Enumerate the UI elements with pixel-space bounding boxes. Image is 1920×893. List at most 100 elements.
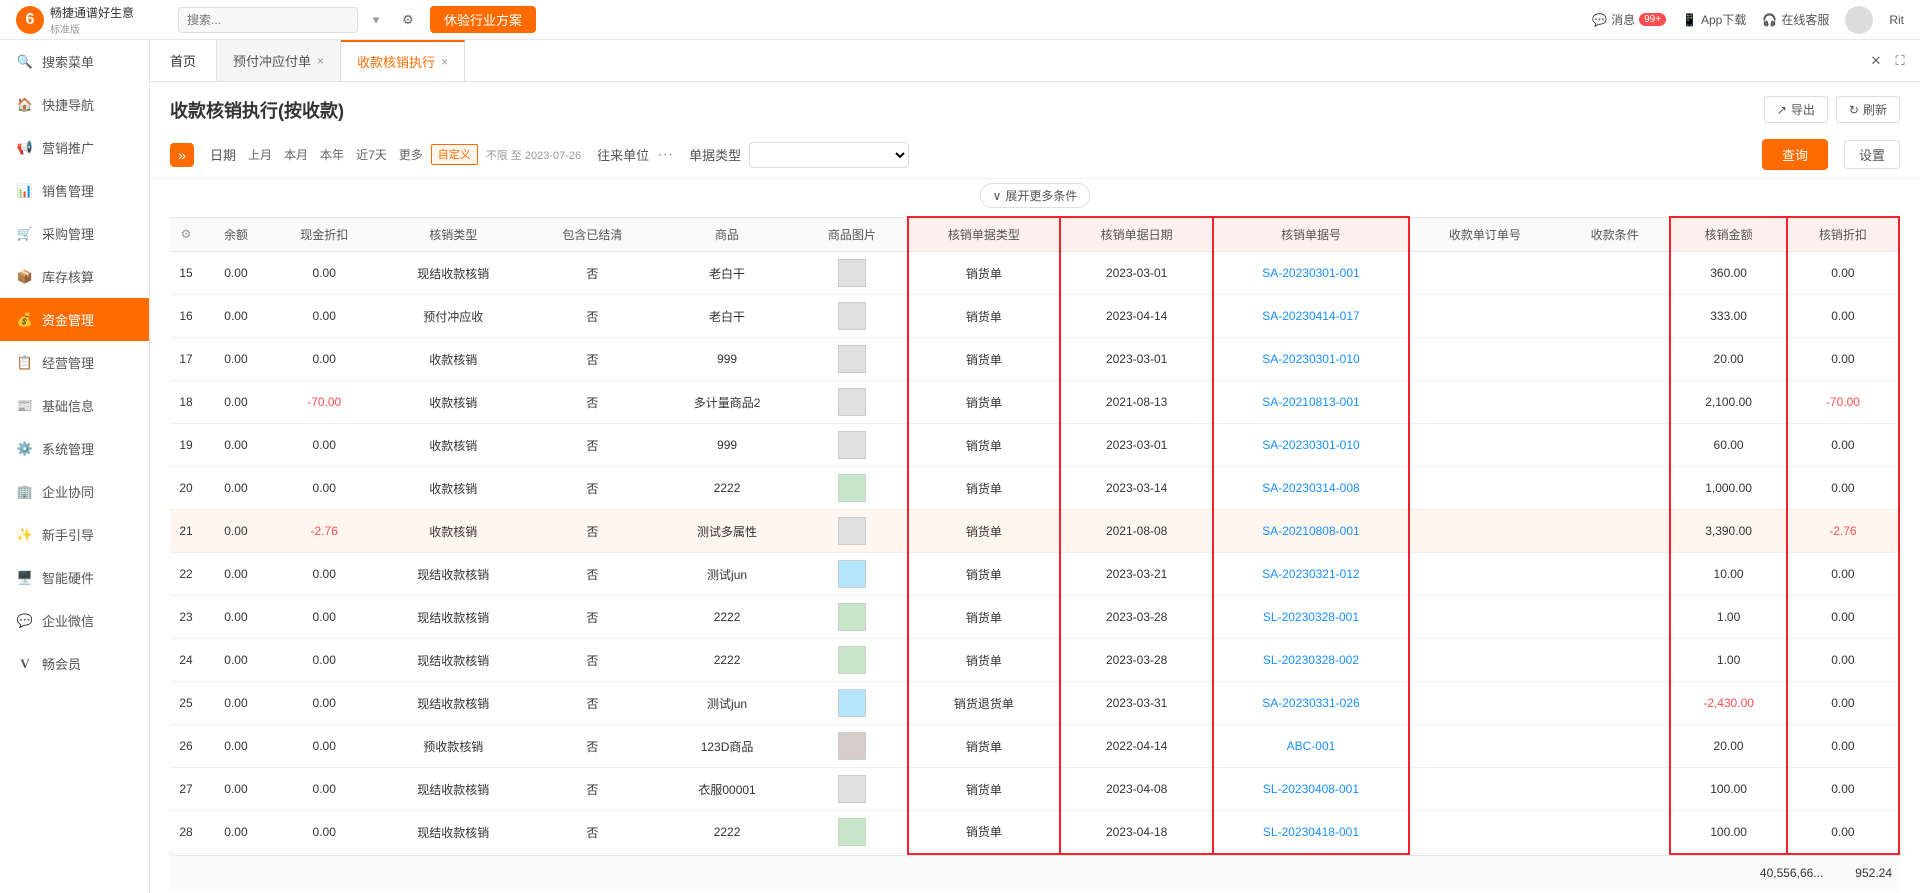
voucher-no-link[interactable]: SA-20210813-001 [1262, 395, 1359, 409]
voucher-no-link[interactable]: SA-20230301-010 [1262, 352, 1359, 366]
chevron-down-icon: ∨ [993, 189, 1002, 203]
sidebar-item-hardware[interactable]: 🖥️ 智能硬件 [0, 556, 149, 599]
sidebar-item-wechat[interactable]: 💬 企业微信 [0, 599, 149, 642]
user-avatar[interactable] [1845, 6, 1873, 34]
this-year-link[interactable]: 本年 [316, 144, 348, 165]
row-voucher-date: 2023-03-01 [1060, 424, 1213, 467]
row-include-settled: 否 [528, 811, 657, 854]
row-cash-discount: 0.00 [270, 295, 379, 338]
settings-icon[interactable]: ⚙ [394, 6, 422, 34]
voucher-no-link[interactable]: SL-20230328-001 [1263, 610, 1359, 624]
this-month-link[interactable]: 本月 [280, 144, 312, 165]
sidebar-item-enterprise[interactable]: 🏢 企业协同 [0, 470, 149, 513]
refresh-button[interactable]: ↻ 刷新 [1836, 96, 1900, 123]
row-writeoff-discount: -70.00 [1787, 381, 1899, 424]
row-voucher-date: 2023-03-31 [1060, 682, 1213, 725]
total-amount-label: 40,556,66... [1752, 862, 1831, 884]
row-product-img [797, 725, 907, 768]
maximize-window-icon[interactable]: ⛶ [1892, 53, 1908, 69]
sidebar-item-label: 基础信息 [42, 396, 94, 415]
row-cash-discount: 0.00 [270, 811, 379, 854]
row-writeoff-type: 现结收款核销 [379, 682, 528, 725]
sidebar-item-guide[interactable]: ✨ 新手引导 [0, 513, 149, 556]
row-cash-discount: -70.00 [270, 381, 379, 424]
sidebar-item-label: 营销推广 [42, 138, 94, 157]
dropdown-arrow-icon[interactable]: ▾ [366, 10, 386, 30]
sidebar-item-finance[interactable]: 💰 资金管理 [0, 298, 149, 341]
online-support-button[interactable]: 🎧 在线客服 [1762, 11, 1829, 28]
last-month-link[interactable]: 上月 [244, 144, 276, 165]
voucher-no-link[interactable]: SA-20210808-001 [1262, 524, 1359, 538]
row-voucher-no: SA-20230314-008 [1213, 467, 1409, 510]
row-product-img [797, 295, 907, 338]
close-window-icon[interactable]: ✕ [1868, 53, 1884, 69]
tab-close-writeoff[interactable]: × [441, 55, 448, 69]
sidebar-item-operations[interactable]: 📋 经营管理 [0, 341, 149, 384]
row-receipt-condition [1560, 252, 1670, 295]
sidebar-item-inventory[interactable]: 📦 库存核算 [0, 255, 149, 298]
voucher-no-link[interactable]: SA-20230301-001 [1262, 266, 1359, 280]
voucher-no-link[interactable]: SA-20230301-010 [1262, 438, 1359, 452]
voucher-type-select[interactable] [749, 142, 909, 168]
custom-date-button[interactable]: 自定义 [431, 144, 478, 165]
row-product-img [797, 553, 907, 596]
voucher-no-link[interactable]: SA-20230331-026 [1262, 696, 1359, 710]
cart-icon: 🛒 [16, 226, 34, 242]
sidebar-item-navigation[interactable]: 🏠 快捷导航 [0, 83, 149, 126]
row-receipt-order [1409, 467, 1560, 510]
industry-solution-button[interactable]: 休验行业方案 [430, 6, 536, 33]
row-cash-discount: 0.00 [270, 639, 379, 682]
row-voucher-date: 2021-08-13 [1060, 381, 1213, 424]
voucher-no-link[interactable]: SL-20230328-002 [1263, 653, 1359, 667]
table-row: 25 0.00 0.00 现结收款核销 否 测试jun 销货退货单 2023-0… [170, 682, 1899, 725]
row-writeoff-discount: 0.00 [1787, 295, 1899, 338]
tab-prepayment[interactable]: 预付冲应付单 × [217, 40, 341, 81]
setting-button[interactable]: 设置 [1844, 140, 1900, 169]
voucher-no-link[interactable]: SA-20230321-012 [1262, 567, 1359, 581]
row-voucher-date: 2023-04-14 [1060, 295, 1213, 338]
voucher-no-link[interactable]: SL-20230418-001 [1263, 825, 1359, 839]
more-dates-link[interactable]: 更多 [395, 144, 427, 165]
row-product: 老白干 [657, 252, 797, 295]
row-receipt-condition [1560, 424, 1670, 467]
row-receipt-order [1409, 338, 1560, 381]
row-voucher-no: SA-20210808-001 [1213, 510, 1409, 553]
tab-writeoff[interactable]: 收款核销执行 × [341, 40, 465, 81]
query-button[interactable]: 查询 [1762, 139, 1828, 170]
app-download-button[interactable]: 📱 App下载 [1682, 11, 1746, 28]
row-product: 测试jun [657, 682, 797, 725]
sidebar-item-marketing[interactable]: 📢 营销推广 [0, 126, 149, 169]
sidebar-item-basic-info[interactable]: 📰 基础信息 [0, 384, 149, 427]
export-button[interactable]: ↗ 导出 [1764, 96, 1828, 123]
row-voucher-type: 销货单 [908, 510, 1061, 553]
tab-home[interactable]: 首页 [150, 40, 217, 81]
filter-expand-button[interactable]: » [170, 143, 194, 167]
last-7-days-link[interactable]: 近7天 [352, 144, 391, 165]
notifications-button[interactable]: 💬 消息 99+ [1592, 11, 1666, 28]
row-receipt-condition [1560, 811, 1670, 854]
sidebar-item-system[interactable]: ⚙️ 系统管理 [0, 427, 149, 470]
table-row: 17 0.00 0.00 收款核销 否 999 销货单 2023-03-01 S… [170, 338, 1899, 381]
sidebar-item-sales[interactable]: 📊 销售管理 [0, 169, 149, 212]
sidebar-item-purchase[interactable]: 🛒 采购管理 [0, 212, 149, 255]
row-voucher-date: 2023-03-01 [1060, 338, 1213, 381]
column-settings-header[interactable]: ⚙ [170, 217, 202, 252]
voucher-no-link[interactable]: SA-20230414-017 [1262, 309, 1359, 323]
voucher-no-link[interactable]: SL-20230408-001 [1263, 782, 1359, 796]
table-container: ⚙ 余额 现金折扣 核销类型 包含已结清 商品 商品图片 核销单据类型 核销单据… [150, 216, 1920, 893]
expand-more-button[interactable]: ∨ 展开更多条件 [980, 183, 1091, 208]
row-balance: 0.00 [202, 553, 270, 596]
voucher-no-link[interactable]: ABC-001 [1287, 739, 1336, 753]
voucher-no-link[interactable]: SA-20230314-008 [1262, 481, 1359, 495]
notification-badge: 99+ [1639, 13, 1666, 26]
sidebar-item-search[interactable]: 🔍 搜索菜单 [0, 40, 149, 83]
row-index: 16 [170, 295, 202, 338]
tab-close-prepayment[interactable]: × [317, 54, 324, 68]
row-product-img [797, 596, 907, 639]
row-product: 多计量商品2 [657, 381, 797, 424]
search-input[interactable] [178, 7, 358, 33]
row-voucher-type: 销货单 [908, 381, 1061, 424]
row-product-img [797, 510, 907, 553]
export-icon: ↗ [1777, 103, 1787, 117]
sidebar-item-member[interactable]: V 畅会员 [0, 642, 149, 685]
